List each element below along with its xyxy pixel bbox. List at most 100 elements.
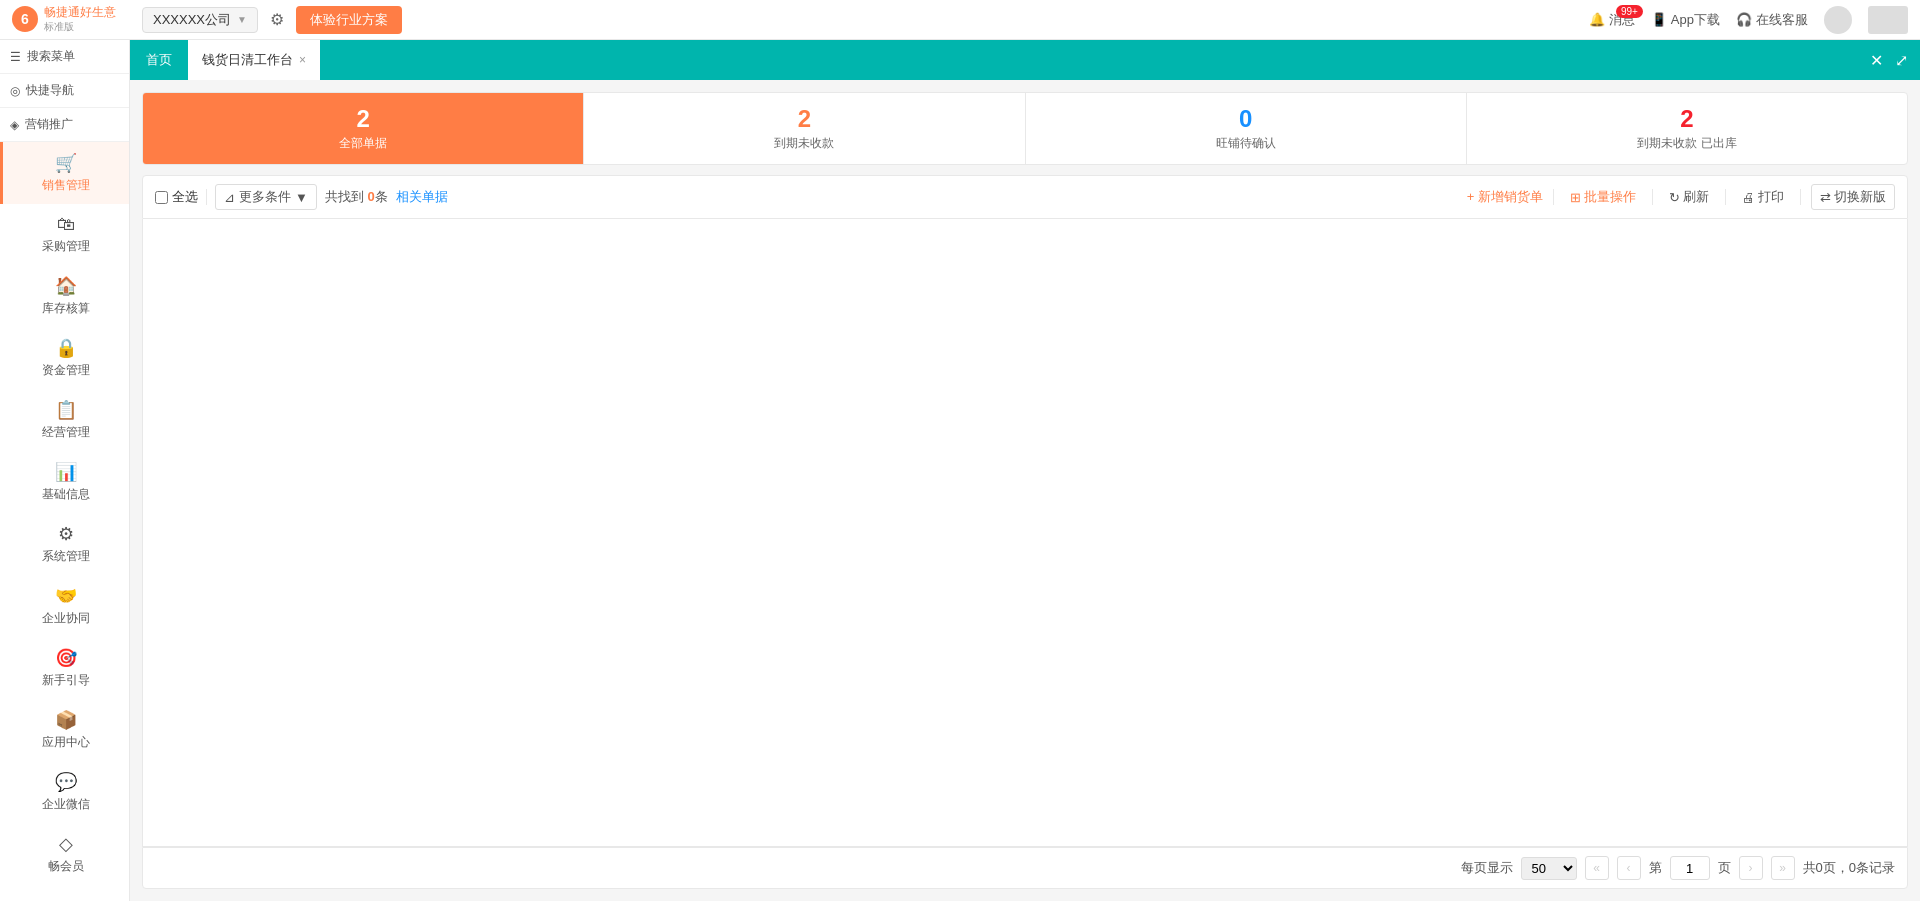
message-badge: 99+ [1616, 5, 1643, 18]
sidebar-item-guide[interactable]: 🎯 新手引导 [0, 637, 129, 699]
user-avatar[interactable] [1824, 6, 1852, 34]
batch-icon: ⊞ [1570, 190, 1581, 205]
prev-page-btn[interactable]: ‹ [1617, 856, 1641, 880]
logo-area: 6 畅捷通好生意 标准版 [12, 5, 142, 33]
search-icon: ☰ [10, 50, 21, 64]
user-name-area[interactable] [1868, 6, 1908, 34]
search-menu-btn[interactable]: ☰ 搜索菜单 [0, 40, 129, 74]
last-page-btn[interactable]: » [1771, 856, 1795, 880]
switch-btn[interactable]: ⇄ 切换新版 [1811, 184, 1895, 210]
divider-3 [1652, 189, 1653, 205]
sidebar-item-purchase[interactable]: 🛍 采购管理 [0, 204, 129, 265]
first-page-btn[interactable]: « [1585, 856, 1609, 880]
sidebar-item-member[interactable]: ◇ 畅会员 [0, 823, 129, 885]
sidebar-item-appstore[interactable]: 📦 应用中心 [0, 699, 129, 761]
guide-icon: 🎯 [55, 647, 77, 669]
sidebar-item-label-collab: 企业协同 [42, 610, 90, 627]
more-filter-btn[interactable]: ⊿ 更多条件 ▼ [215, 184, 317, 210]
print-label: 打印 [1758, 188, 1784, 206]
per-page-select[interactable]: 50 100 200 [1521, 857, 1577, 880]
tab-close-btn[interactable]: × [299, 53, 306, 67]
sidebar-item-sales[interactable]: 🛒 销售管理 [0, 142, 129, 204]
select-all-label: 全选 [172, 188, 198, 206]
tab-home[interactable]: 首页 [130, 40, 188, 80]
sidebar-item-basic[interactable]: 📊 基础信息 [0, 451, 129, 513]
refresh-btn[interactable]: ↻ 刷新 [1663, 185, 1715, 209]
card-num-wangpu: 0 [1239, 105, 1252, 133]
sidebar-item-label-operation: 经营管理 [42, 424, 90, 441]
settings-button[interactable]: ⚙ [266, 6, 288, 33]
print-btn[interactable]: 🖨 打印 [1736, 185, 1790, 209]
sidebar-item-fund[interactable]: 🔒 资金管理 [0, 327, 129, 389]
marketing-btn[interactable]: ◈ 营销推广 [0, 108, 129, 142]
related-link[interactable]: 相关单据 [396, 188, 448, 206]
chevron-down-icon: ▼ [237, 14, 247, 25]
page-content: 2 全部单据 2 到期未收款 0 旺铺待确认 2 到期未收款 已出库 [130, 80, 1920, 901]
sidebar-item-label-guide: 新手引导 [42, 672, 90, 689]
page-input[interactable]: 1 [1670, 856, 1710, 880]
select-all-input[interactable] [155, 191, 168, 204]
purchase-icon: 🛍 [57, 214, 75, 235]
online-service-label: 在线客服 [1756, 11, 1808, 29]
select-all-checkbox[interactable]: 全选 [155, 188, 198, 206]
card-label-wangpu: 旺铺待确认 [1216, 135, 1276, 152]
toolbar-right: + 新增销货单 ⊞ 批量操作 ↻ 刷新 🖨 打印 [1467, 184, 1895, 210]
sidebar-item-label-basic: 基础信息 [42, 486, 90, 503]
card-all[interactable]: 2 全部单据 [143, 93, 584, 164]
basic-icon: 📊 [55, 461, 77, 483]
sidebar-item-operation[interactable]: 📋 经营管理 [0, 389, 129, 451]
headset-icon: 🎧 [1736, 12, 1752, 27]
tab-qhrc[interactable]: 钱货日清工作台 × [188, 40, 320, 80]
print-icon: 🖨 [1742, 190, 1755, 205]
next-page-btn[interactable]: › [1739, 856, 1763, 880]
batch-label: 批量操作 [1584, 188, 1636, 206]
sidebar-item-inventory[interactable]: 🏠 库存核算 [0, 265, 129, 327]
app-download-btn[interactable]: 📱 App下载 [1651, 11, 1720, 29]
app-download-label: App下载 [1671, 11, 1720, 29]
quick-nav-label: 快捷导航 [26, 82, 74, 99]
card-wangpu[interactable]: 0 旺铺待确认 [1026, 93, 1467, 164]
switch-label: 切换新版 [1834, 188, 1886, 206]
divider-2 [1553, 189, 1554, 205]
toolbar: 全选 ⊿ 更多条件 ▼ 共找到 0条 相关单据 + 新增销货单 ⊞ [142, 175, 1908, 219]
card-overdue-shipped[interactable]: 2 到期未收款 已出库 [1467, 93, 1907, 164]
tab-minimize-btn[interactable]: ✕ [1866, 47, 1887, 74]
sidebar-item-wechat[interactable]: 💬 企业微信 [0, 761, 129, 823]
card-num-overdue: 2 [798, 105, 811, 133]
tab-label: 钱货日清工作台 [202, 51, 293, 69]
company-selector[interactable]: XXXXXX公司 ▼ [142, 7, 258, 33]
card-num-all: 2 [356, 105, 369, 133]
new-sale-btn[interactable]: + 新增销货单 [1467, 188, 1543, 206]
bell-icon: 🔔 [1589, 12, 1605, 27]
refresh-label: 刷新 [1683, 188, 1709, 206]
card-num-overdue-shipped: 2 [1680, 105, 1693, 133]
sidebar-item-label-appstore: 应用中心 [42, 734, 90, 751]
marketing-label: 营销推广 [25, 116, 73, 133]
phone-icon: 📱 [1651, 12, 1667, 27]
top-bar: 6 畅捷通好生意 标准版 XXXXXX公司 ▼ ⚙ 体验行业方案 🔔 消息 99… [0, 0, 1920, 40]
member-icon: ◇ [59, 833, 73, 855]
card-overdue[interactable]: 2 到期未收款 [584, 93, 1025, 164]
message-btn[interactable]: 🔔 消息 99+ [1589, 11, 1635, 29]
inventory-icon: 🏠 [55, 275, 77, 297]
online-service-btn[interactable]: 🎧 在线客服 [1736, 11, 1808, 29]
marketing-icon: ◈ [10, 118, 19, 132]
divider-1 [206, 189, 207, 205]
search-menu-label: 搜索菜单 [27, 48, 75, 65]
sidebar-item-collab[interactable]: 🤝 企业协同 [0, 575, 129, 637]
per-page-label: 每页显示 [1461, 859, 1513, 877]
sidebar-item-system[interactable]: ⚙ 系统管理 [0, 513, 129, 575]
batch-btn[interactable]: ⊞ 批量操作 [1564, 185, 1642, 209]
nav-icon: ◎ [10, 84, 20, 98]
tab-actions: ✕ ⤢ [1866, 47, 1920, 74]
sidebar-item-label-fund: 资金管理 [42, 362, 90, 379]
tab-bar: 首页 钱货日清工作台 × ✕ ⤢ [130, 40, 1920, 80]
found-num: 0 [368, 189, 375, 204]
divider-5 [1800, 189, 1801, 205]
trial-button[interactable]: 体验行业方案 [296, 6, 402, 34]
found-text: 共找到 0条 [325, 188, 388, 206]
sidebar-item-label-wechat: 企业微信 [42, 796, 90, 813]
divider-4 [1725, 189, 1726, 205]
tab-maximize-btn[interactable]: ⤢ [1891, 47, 1912, 74]
quick-nav-btn[interactable]: ◎ 快捷导航 [0, 74, 129, 108]
